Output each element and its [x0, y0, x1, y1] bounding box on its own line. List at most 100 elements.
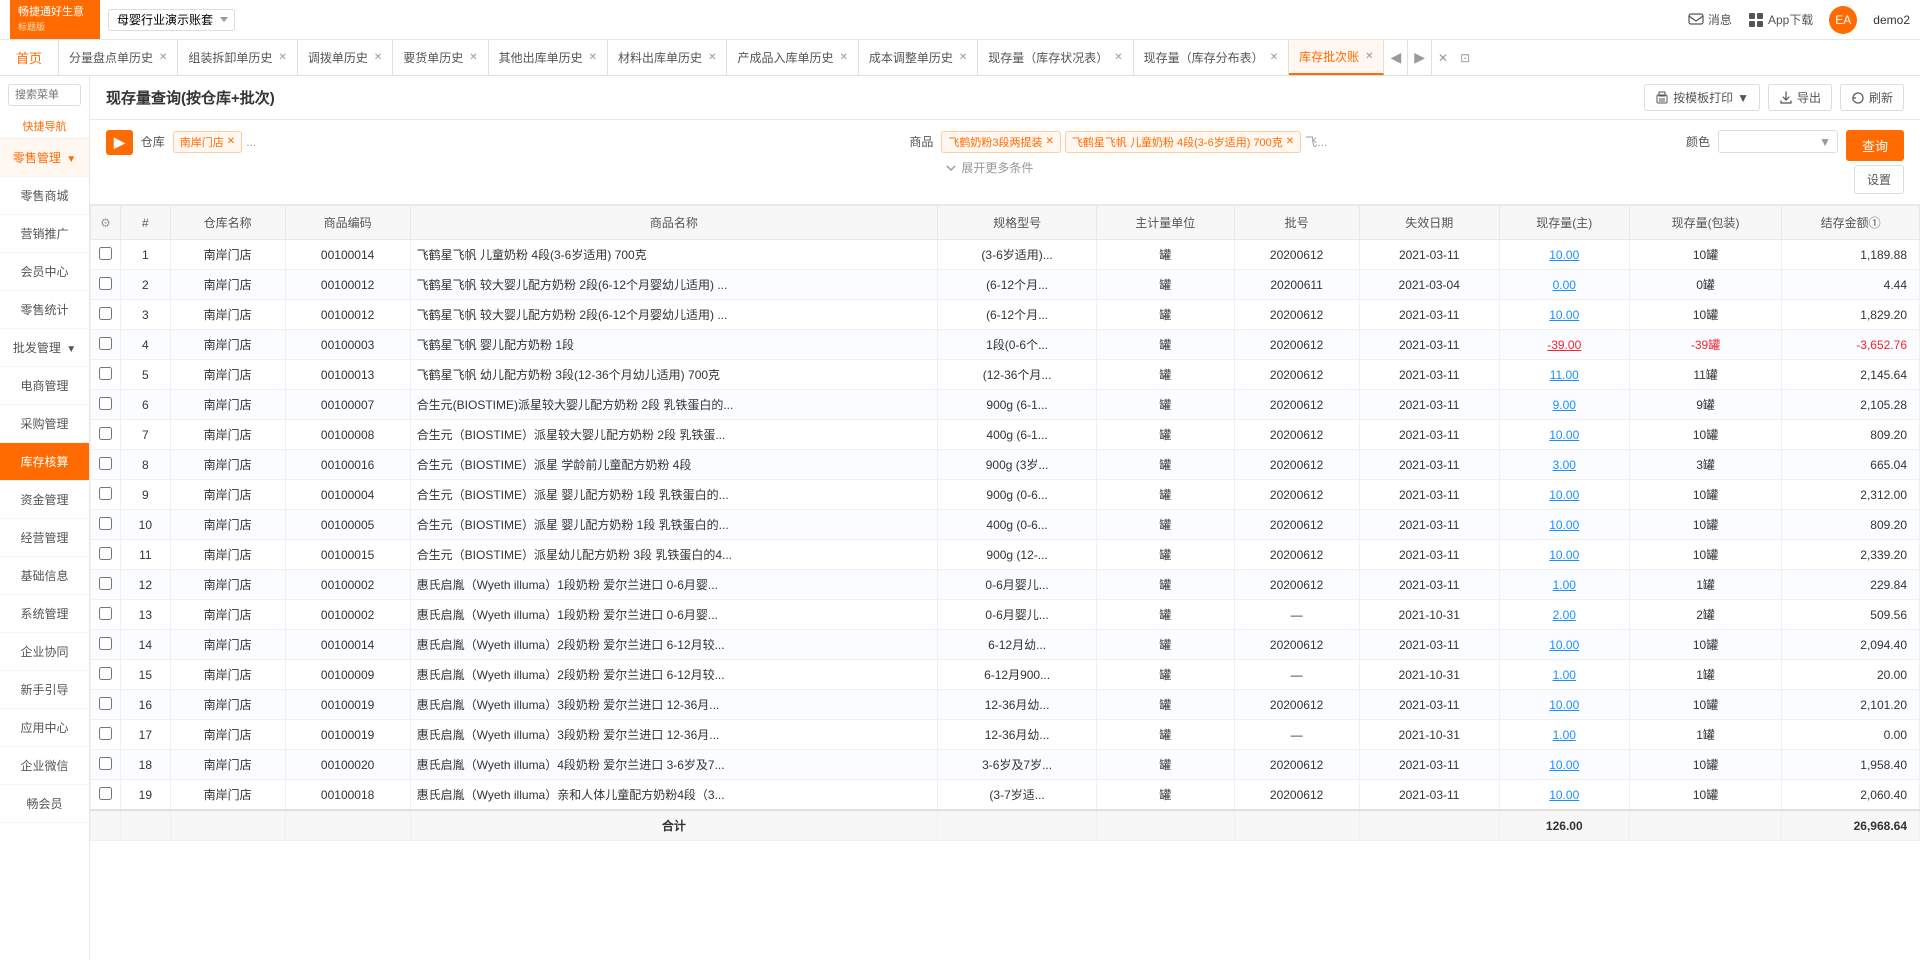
tab-fenliang[interactable]: 分量盘点单历史 ✕	[59, 40, 178, 75]
tab-kucun-pici[interactable]: 库存批次账 ✕	[1289, 40, 1384, 75]
row-stock-main[interactable]: 10.00	[1499, 480, 1629, 510]
tab-close-diaoboh[interactable]: ✕	[374, 52, 382, 63]
sidebar-item-yingxiaotuiguang[interactable]: 营销推广	[0, 215, 89, 253]
row-stock-main[interactable]: 1.00	[1499, 660, 1629, 690]
sidebar-item-xitong[interactable]: 系统管理	[0, 595, 89, 633]
tab-close-yaohuo[interactable]: ✕	[469, 52, 477, 63]
tab-close-cailiao[interactable]: ✕	[708, 52, 716, 63]
tab-zuzhichai[interactable]: 组装拆卸单历史 ✕	[178, 40, 297, 75]
expand-more-btn[interactable]: 展开更多条件	[141, 159, 1838, 176]
tab-close-zuzhichai[interactable]: ✕	[278, 52, 286, 63]
row-stock-main[interactable]: 1.00	[1499, 570, 1629, 600]
sidebar-item-dianshang[interactable]: 电商管理	[0, 367, 89, 405]
message-btn[interactable]: 消息	[1688, 11, 1732, 28]
sidebar-item-pifaguanli[interactable]: 批发管理 ▼	[0, 329, 89, 367]
template-print-btn[interactable]: 按模板打印 ▼	[1644, 84, 1760, 111]
query-btn[interactable]: 查询	[1846, 130, 1904, 161]
sidebar-item-yingyongzhongxin[interactable]: 应用中心	[0, 709, 89, 747]
refresh-btn[interactable]: 刷新	[1840, 84, 1904, 111]
tab-chanchenpin[interactable]: 产成品入库单历史 ✕	[727, 40, 858, 75]
row-checkbox[interactable]	[91, 540, 121, 570]
row-stock-main[interactable]: 10.00	[1499, 300, 1629, 330]
row-stock-main[interactable]: 0.00	[1499, 270, 1629, 300]
row-checkbox[interactable]	[91, 720, 121, 750]
row-checkbox[interactable]	[91, 630, 121, 660]
row-stock-main[interactable]: 10.00	[1499, 630, 1629, 660]
row-stock-main[interactable]: -39.00	[1499, 330, 1629, 360]
sidebar-item-lingshoututji[interactable]: 零售统计	[0, 291, 89, 329]
tab-yaohuo[interactable]: 要货单历史 ✕	[393, 40, 488, 75]
row-stock-main[interactable]: 10.00	[1499, 690, 1629, 720]
sidebar-item-kucunhesuan[interactable]: 库存核算	[0, 443, 89, 481]
row-stock-main[interactable]: 10.00	[1499, 510, 1629, 540]
row-checkbox[interactable]	[91, 780, 121, 811]
warehouse-more[interactable]: ...	[246, 135, 256, 149]
export-btn[interactable]: 导出	[1768, 84, 1832, 111]
filter-expand-btn[interactable]: ▶	[106, 130, 133, 155]
tab-close-qitachuku[interactable]: ✕	[589, 52, 597, 63]
tab-close-chengbentiaozeng[interactable]: ✕	[959, 52, 967, 63]
tab-home[interactable]: 首页	[0, 40, 59, 75]
tab-qitachuku[interactable]: 其他出库单历史 ✕	[489, 40, 608, 75]
col-settings[interactable]: ⚙	[91, 206, 121, 240]
row-checkbox[interactable]	[91, 600, 121, 630]
row-checkbox[interactable]	[91, 570, 121, 600]
row-checkbox[interactable]	[91, 690, 121, 720]
sidebar-item-caigou[interactable]: 采购管理	[0, 405, 89, 443]
tab-close-kucun-pici[interactable]: ✕	[1365, 51, 1373, 62]
tab-cailiao[interactable]: 材料出库单历史 ✕	[608, 40, 727, 75]
table-container[interactable]: ⚙ # 仓库名称 商品编码 商品名称 规格型号 主计量单位 批号 失效日期 现存…	[90, 205, 1920, 960]
sidebar-item-lingshouguanli[interactable]: 零售管理 ▼	[0, 139, 89, 177]
sidebar-item-xinshouyindao[interactable]: 新手引导	[0, 671, 89, 709]
tab-fullscreen-btn[interactable]: ⊡	[1454, 40, 1476, 75]
company-select[interactable]: 母婴行业演示账套	[108, 9, 235, 31]
row-checkbox[interactable]	[91, 390, 121, 420]
sidebar-item-jichu[interactable]: 基础信息	[0, 557, 89, 595]
sidebar-item-huiyuanzhongxin[interactable]: 会员中心	[0, 253, 89, 291]
search-input[interactable]	[8, 84, 81, 106]
tab-xiancun-fengbu[interactable]: 现存量（库存分布表） ✕	[1134, 40, 1289, 75]
row-stock-main[interactable]: 10.00	[1499, 240, 1629, 270]
row-stock-main[interactable]: 11.00	[1499, 360, 1629, 390]
row-stock-main[interactable]: 10.00	[1499, 420, 1629, 450]
row-checkbox[interactable]	[91, 270, 121, 300]
product-more[interactable]: 飞...	[1305, 133, 1327, 150]
row-checkbox[interactable]	[91, 360, 121, 390]
tab-close-chanchenpin[interactable]: ✕	[839, 52, 847, 63]
row-checkbox[interactable]	[91, 330, 121, 360]
row-stock-main[interactable]: 2.00	[1499, 600, 1629, 630]
row-checkbox[interactable]	[91, 240, 121, 270]
tab-chengbentiaozeng[interactable]: 成本调整单历史 ✕	[859, 40, 978, 75]
sidebar-item-qiyeweixin[interactable]: 企业微信	[0, 747, 89, 785]
tab-prev-btn[interactable]: ◀	[1384, 40, 1408, 75]
row-stock-main[interactable]: 10.00	[1499, 780, 1629, 811]
tab-close-xiancun-zhuangtai[interactable]: ✕	[1114, 52, 1122, 63]
row-checkbox[interactable]	[91, 450, 121, 480]
warehouse-tag-close[interactable]: ✕	[227, 136, 235, 147]
tab-close-fenliang[interactable]: ✕	[159, 52, 167, 63]
row-checkbox[interactable]	[91, 660, 121, 690]
sidebar-item-lingshoushangcheng[interactable]: 零售商城	[0, 177, 89, 215]
tab-more-btn[interactable]: ✕	[1432, 40, 1454, 75]
row-checkbox[interactable]	[91, 480, 121, 510]
row-checkbox[interactable]	[91, 300, 121, 330]
row-checkbox[interactable]	[91, 420, 121, 450]
sidebar-item-qiyexietong[interactable]: 企业协同	[0, 633, 89, 671]
row-checkbox[interactable]	[91, 750, 121, 780]
row-stock-main[interactable]: 10.00	[1499, 540, 1629, 570]
tab-diaoboh[interactable]: 调拨单历史 ✕	[298, 40, 393, 75]
sidebar-item-changhuyuan[interactable]: 畅会员	[0, 785, 89, 823]
sidebar-item-zijin[interactable]: 资金管理	[0, 481, 89, 519]
sidebar-nav-btn[interactable]: 快捷导航	[0, 114, 89, 139]
settings-btn[interactable]: 设置	[1854, 165, 1904, 194]
app-download-btn[interactable]: App下载	[1748, 11, 1813, 28]
row-stock-main[interactable]: 10.00	[1499, 750, 1629, 780]
row-stock-main[interactable]: 3.00	[1499, 450, 1629, 480]
tab-xiancun-zhuangtai[interactable]: 现存量（库存状况表） ✕	[978, 40, 1133, 75]
row-stock-main[interactable]: 1.00	[1499, 720, 1629, 750]
sidebar-item-jingying[interactable]: 经营管理	[0, 519, 89, 557]
row-stock-main[interactable]: 9.00	[1499, 390, 1629, 420]
tab-close-xiancun-fengbu[interactable]: ✕	[1270, 52, 1278, 63]
product-tag-1-close[interactable]: ✕	[1046, 136, 1054, 147]
tab-next-btn[interactable]: ▶	[1408, 40, 1432, 75]
